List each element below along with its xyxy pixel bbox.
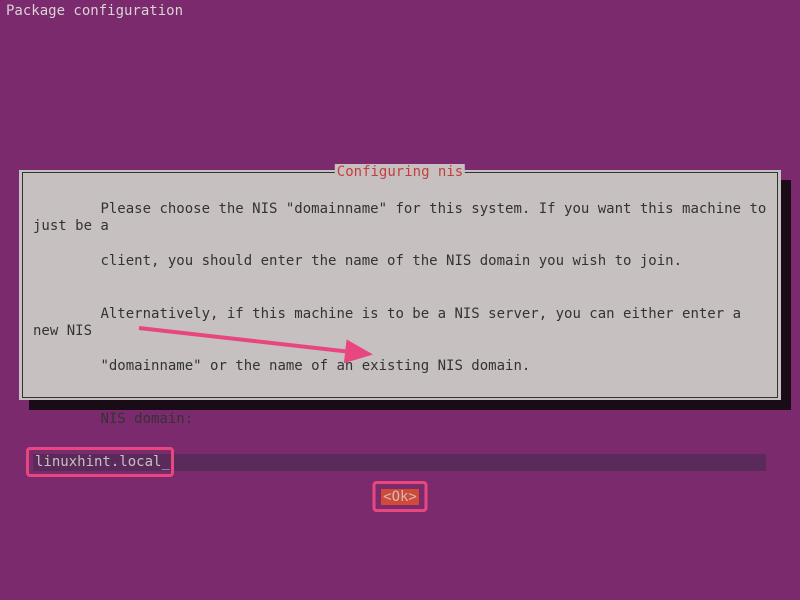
dialog-container: Configuring nis Please choose the NIS "d… <box>19 170 781 400</box>
text-line-3: Alternatively, if this machine is to be … <box>33 306 749 340</box>
prompt-label: NIS domain: <box>100 411 193 427</box>
nis-domain-input[interactable]: linuxhint.local_ <box>33 454 766 471</box>
dialog-border: Configuring nis Please choose the NIS "d… <box>22 172 778 398</box>
dialog-title: Configuring nis <box>335 164 465 180</box>
ok-button[interactable]: <Ok> <box>381 489 419 505</box>
dialog-text: Please choose the NIS "domainname" for t… <box>33 183 767 446</box>
text-line-1: Please choose the NIS "domainname" for t… <box>33 201 775 235</box>
cursor: _ <box>161 454 169 470</box>
button-row: <Ok> <box>33 489 767 505</box>
input-value: linuxhint.local <box>35 454 161 470</box>
header-title: Package configuration <box>6 3 183 19</box>
text-line-2: client, you should enter the name of the… <box>100 253 682 269</box>
config-dialog: Configuring nis Please choose the NIS "d… <box>19 170 781 400</box>
input-row: linuxhint.local_ <box>33 454 767 471</box>
text-line-4: "domainname" or the name of an existing … <box>100 358 530 374</box>
page-header: Package configuration <box>0 0 800 22</box>
